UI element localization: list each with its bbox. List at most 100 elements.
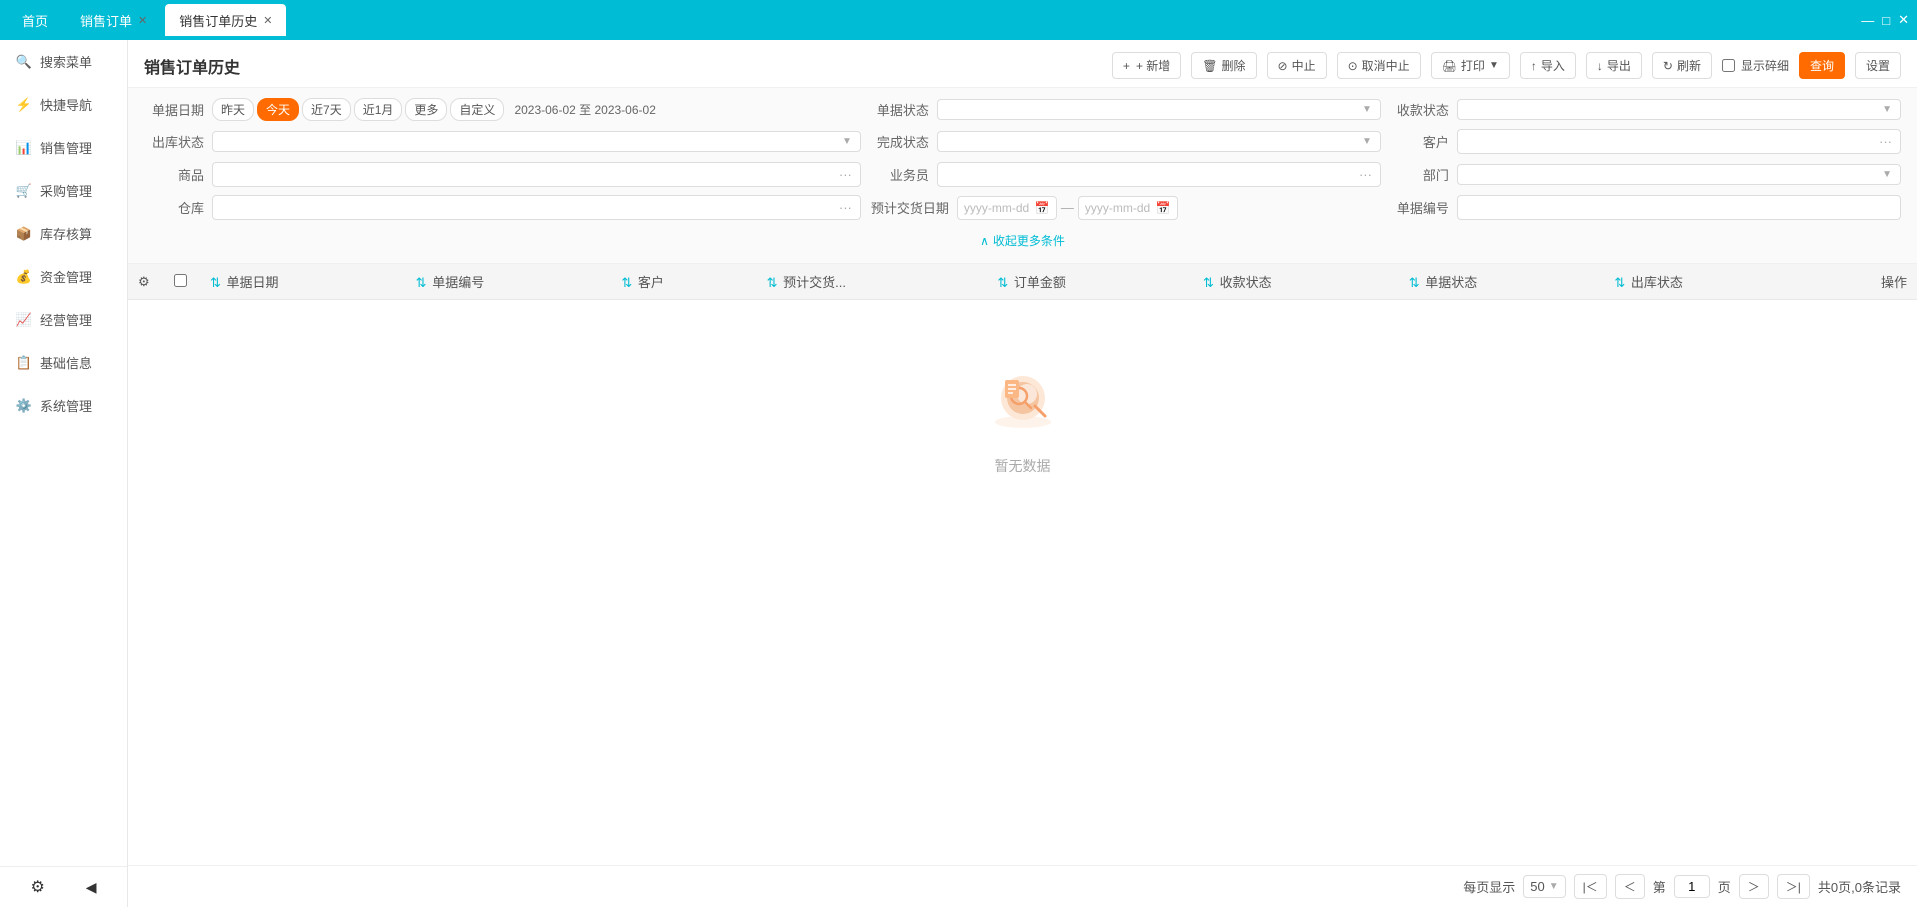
- select-all-checkbox[interactable]: [174, 274, 187, 287]
- calendar-from-icon: 📅: [1035, 201, 1050, 215]
- expected-delivery-dates: yyyy-mm-dd 📅 — yyyy-mm-dd 📅: [957, 196, 1381, 220]
- maximize-btn[interactable]: □: [1882, 13, 1890, 28]
- filter-section-customer: 客户 ···: [1389, 129, 1901, 154]
- sort-icon-amount[interactable]: ⇅: [997, 275, 1008, 290]
- sort-icon-receipt[interactable]: ⇅: [1203, 275, 1214, 290]
- customer-label: 客户: [1389, 132, 1449, 151]
- th-order-amount: ⇅ 订单金额: [987, 264, 1193, 300]
- sidebar-item-inventory[interactable]: 📦 库存核算: [0, 212, 127, 255]
- new-icon: +: [1123, 59, 1130, 73]
- print-icon: 🖨: [1442, 59, 1457, 73]
- th-customer: ⇅ 客户: [611, 264, 756, 300]
- th-settings[interactable]: ⚙: [128, 264, 164, 300]
- bill-status-label: 单据状态: [869, 100, 929, 119]
- tab-sales-order-history[interactable]: 销售订单历史 ✕: [165, 4, 286, 36]
- export-button[interactable]: ↓ 导出: [1586, 52, 1642, 79]
- sort-icon-bill-status[interactable]: ⇅: [1409, 275, 1420, 290]
- display-cols-toggle[interactable]: 显示碎细: [1722, 57, 1789, 74]
- first-page-btn[interactable]: |＜: [1574, 874, 1607, 899]
- minimize-btn[interactable]: —: [1861, 13, 1874, 28]
- page-size-select[interactable]: 50 ▼: [1523, 875, 1565, 898]
- top-bar: 首页 销售订单 ✕ 销售订单历史 ✕ — □ ✕: [0, 0, 1917, 40]
- export-icon: ↓: [1597, 59, 1603, 73]
- settings-button[interactable]: 设置: [1855, 52, 1901, 79]
- department-label: 部门: [1389, 165, 1449, 184]
- stop-button[interactable]: ⊘ 中止: [1267, 52, 1327, 79]
- th-bill-status: ⇅ 单据状态: [1399, 264, 1605, 300]
- filter-section-bill-status: 单据状态 ▼: [869, 99, 1381, 120]
- last-page-btn[interactable]: ＞|: [1777, 874, 1810, 899]
- th-checkbox[interactable]: [164, 264, 200, 300]
- tab-home[interactable]: 首页: [8, 4, 62, 36]
- import-button[interactable]: ↑ 导入: [1520, 52, 1576, 79]
- bill-status-chevron: ▼: [1362, 104, 1372, 115]
- sidebar-item-search-menu[interactable]: 🔍 搜索菜单: [0, 40, 127, 83]
- cancel-stop-button[interactable]: ⊙ 取消中止: [1337, 52, 1421, 79]
- sidebar-item-sales[interactable]: 📊 销售管理: [0, 126, 127, 169]
- sort-icon[interactable]: ⇅: [210, 275, 221, 290]
- sidebar-item-base-info[interactable]: 📋 基础信息: [0, 341, 127, 384]
- settings-icon[interactable]: ⚙: [138, 274, 150, 289]
- bill-no-input[interactable]: [1457, 195, 1901, 220]
- goods-input[interactable]: ···: [212, 162, 861, 187]
- sidebar-settings-icon[interactable]: ⚙: [30, 877, 44, 897]
- table-header: ⚙ ⇅ 单据日期 ⇅ 单据编号: [128, 264, 1917, 300]
- filter-row-2: 出库状态 ▼ 完成状态 ▼ 客户 ···: [144, 129, 1901, 154]
- new-button[interactable]: + + 新增: [1112, 52, 1181, 79]
- date-1month[interactable]: 近1月: [354, 98, 403, 121]
- expected-delivery-to[interactable]: yyyy-mm-dd 📅: [1078, 196, 1178, 220]
- date-more[interactable]: 更多: [405, 98, 447, 121]
- th-bill-date: ⇅ 单据日期: [200, 264, 406, 300]
- page-number-input[interactable]: [1674, 875, 1710, 898]
- goods-label: 商品: [144, 165, 204, 184]
- sidebar-item-system[interactable]: ⚙️ 系统管理: [0, 384, 127, 427]
- delete-button[interactable]: 🗑 删除: [1191, 52, 1256, 79]
- sort-icon-delivery[interactable]: ⇅: [767, 275, 778, 290]
- date-7days[interactable]: 近7天: [302, 98, 351, 121]
- sidebar-item-operations[interactable]: 📈 经营管理: [0, 298, 127, 341]
- print-button[interactable]: 🖨 打印 ▼: [1431, 52, 1510, 79]
- collapse-btn[interactable]: ∧ 收起更多条件: [976, 228, 1069, 253]
- outbound-chevron: ▼: [842, 136, 852, 147]
- tab-sales-order[interactable]: 销售订单 ✕: [66, 4, 161, 36]
- sidebar-item-quick-nav[interactable]: ⚡ 快捷导航: [0, 83, 127, 126]
- outbound-select[interactable]: ▼: [212, 131, 861, 152]
- department-select[interactable]: ▼: [1457, 164, 1901, 185]
- receipt-status-select[interactable]: ▼: [1457, 99, 1901, 120]
- date-custom[interactable]: 自定义: [450, 98, 504, 121]
- sidebar-bottom: ⚙ ◀: [0, 866, 127, 907]
- date-btn-group: 昨天 今天 近7天 近1月 更多 自定义: [212, 98, 504, 121]
- sort-icon-customer[interactable]: ⇅: [621, 275, 632, 290]
- salesperson-input[interactable]: ···: [937, 162, 1381, 187]
- completion-select[interactable]: ▼: [937, 131, 1381, 152]
- import-icon: ↑: [1531, 59, 1537, 73]
- next-page-btn[interactable]: ＞: [1739, 874, 1769, 899]
- bill-status-select[interactable]: ▼: [937, 99, 1381, 120]
- bill-no-label: 单据编号: [1389, 198, 1449, 217]
- th-outbound-status: ⇅ 出库状态: [1604, 264, 1810, 300]
- date-yesterday[interactable]: 昨天: [212, 98, 254, 121]
- salesperson-label: 业务员: [869, 165, 929, 184]
- page-size-value: 50: [1530, 879, 1544, 894]
- prev-page-btn[interactable]: ＜: [1615, 874, 1645, 899]
- sidebar-item-finance[interactable]: 💰 资金管理: [0, 255, 127, 298]
- sort-icon-outbound[interactable]: ⇅: [1614, 275, 1625, 290]
- sidebar-item-purchase[interactable]: 🛒 采购管理: [0, 169, 127, 212]
- sidebar-collapse-icon[interactable]: ◀: [86, 879, 97, 896]
- display-cols-checkbox[interactable]: [1722, 59, 1735, 72]
- page-header: 销售订单历史 + + 新增 🗑 删除 ⊘ 中止 ⊙ 取消中止: [128, 40, 1917, 88]
- query-button[interactable]: 查询: [1799, 52, 1845, 79]
- customer-input[interactable]: ···: [1457, 129, 1901, 154]
- calendar-to-icon: 📅: [1156, 201, 1171, 215]
- close-btn[interactable]: ✕: [1898, 12, 1909, 28]
- sort-icon-billno[interactable]: ⇅: [416, 275, 427, 290]
- date-label: 单据日期: [144, 100, 204, 119]
- close-tab-sales-order[interactable]: ✕: [138, 14, 147, 27]
- refresh-button[interactable]: ↻ 刷新: [1652, 52, 1712, 79]
- close-tab-history[interactable]: ✕: [263, 14, 272, 27]
- date-today[interactable]: 今天: [257, 98, 299, 121]
- search-menu-icon: 🔍: [16, 54, 32, 70]
- window-controls: — □ ✕: [1861, 12, 1909, 28]
- expected-delivery-from[interactable]: yyyy-mm-dd 📅: [957, 196, 1057, 220]
- warehouse-input[interactable]: ···: [212, 195, 861, 220]
